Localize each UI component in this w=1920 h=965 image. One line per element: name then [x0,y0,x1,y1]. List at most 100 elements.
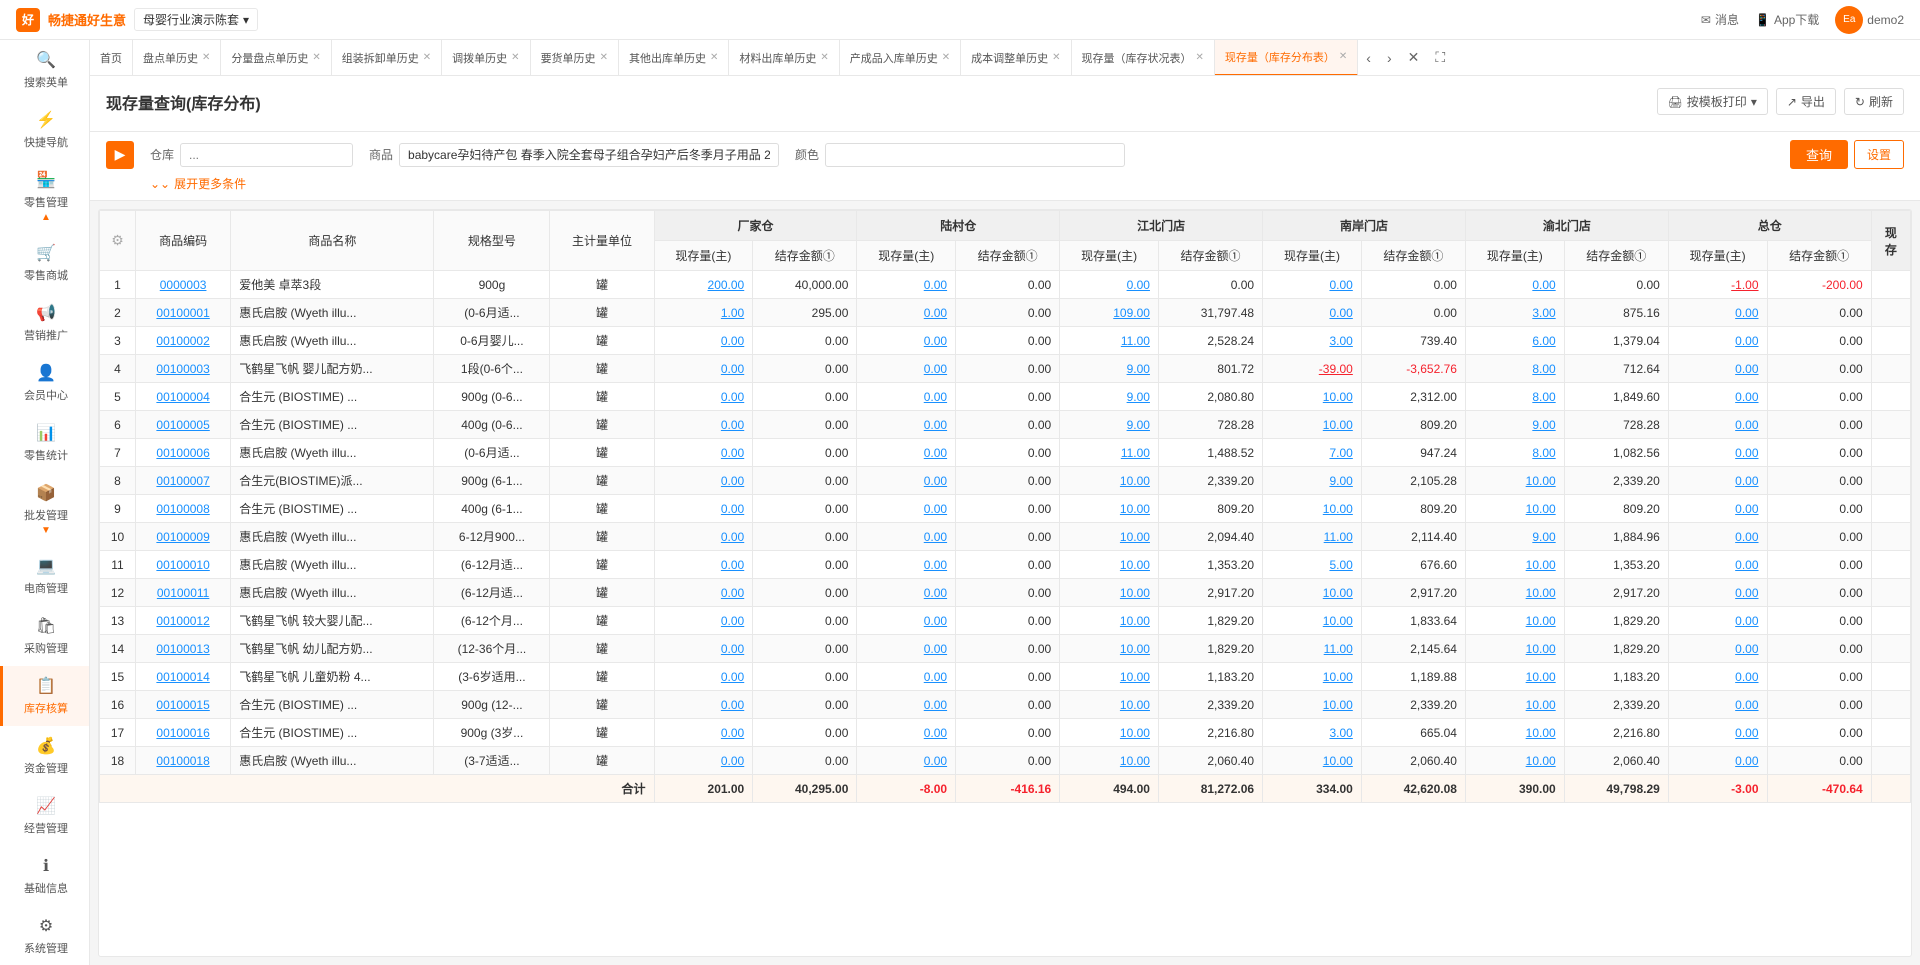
factory-qty[interactable]: 1.00 [654,299,753,327]
tab-requisition[interactable]: 要货单历史 ✕ [531,40,619,76]
jiangbei-qty[interactable]: 10.00 [1060,579,1159,607]
sidebar-item-quicknav[interactable]: ⚡ 快捷导航 [0,100,89,160]
product-code[interactable]: 00100012 [136,607,231,635]
sidebar-item-inventory[interactable]: 📋 库存核算 [0,666,89,726]
nanan-qty[interactable]: 5.00 [1263,551,1362,579]
yubei-qty[interactable]: 8.00 [1465,383,1564,411]
jiangbei-qty[interactable]: 10.00 [1060,691,1159,719]
nanan-qty[interactable]: 3.00 [1263,327,1362,355]
jiangbei-qty[interactable]: 10.00 [1060,607,1159,635]
jiangbei-qty[interactable]: 11.00 [1060,327,1159,355]
tab-product-inbound[interactable]: 产成品入库单历史 ✕ [840,40,961,76]
yubei-qty[interactable]: 10.00 [1465,719,1564,747]
total-qty[interactable]: 0.00 [1668,439,1767,467]
lucun-qty[interactable]: 0.00 [857,271,956,299]
product-code[interactable]: 00100013 [136,635,231,663]
lucun-qty[interactable]: 0.00 [857,355,956,383]
sidebar-item-ecommerce[interactable]: 💻 电商管理 [0,546,89,606]
factory-qty[interactable]: 0.00 [654,579,753,607]
tab-assemble[interactable]: 组装拆卸单历史 ✕ [332,40,442,76]
product-code[interactable]: 00100005 [136,411,231,439]
close-icon[interactable]: ✕ [423,52,431,63]
tab-close-all-btn[interactable]: ✕ [1400,49,1428,66]
gear-icon[interactable]: ⚙ [111,232,124,248]
nanan-qty[interactable]: 10.00 [1263,691,1362,719]
total-qty[interactable]: 0.00 [1668,607,1767,635]
factory-qty[interactable]: 0.00 [654,495,753,523]
lucun-qty[interactable]: 0.00 [857,327,956,355]
total-qty[interactable]: 0.00 [1668,719,1767,747]
sidebar-item-marketing[interactable]: 📢 营销推广 [0,293,89,353]
close-icon[interactable]: ✕ [1339,51,1347,62]
product-code[interactable]: 00100002 [136,327,231,355]
nanan-qty[interactable]: 11.00 [1263,635,1362,663]
factory-qty[interactable]: 0.00 [654,691,753,719]
lucun-qty[interactable]: 0.00 [857,383,956,411]
product-code[interactable]: 00100006 [136,439,231,467]
nanan-qty[interactable]: 3.00 [1263,719,1362,747]
lucun-qty[interactable]: 0.00 [857,691,956,719]
sidebar-item-wholesale[interactable]: 📦 批发管理 ▼ [0,473,89,546]
jiangbei-qty[interactable]: 11.00 [1060,439,1159,467]
sidebar-item-retail-shop[interactable]: 🛒 零售商城 [0,233,89,293]
app-download-btn[interactable]: 📱 App下载 [1755,11,1819,28]
jiangbei-qty[interactable]: 9.00 [1060,383,1159,411]
total-qty[interactable]: 0.00 [1668,523,1767,551]
close-icon[interactable]: ✕ [710,52,718,63]
sidebar-item-search[interactable]: 🔍 搜索英单 [0,40,89,100]
yubei-qty[interactable]: 9.00 [1465,523,1564,551]
close-icon[interactable]: ✕ [1052,52,1060,63]
total-qty[interactable]: 0.00 [1668,663,1767,691]
total-qty[interactable]: 0.00 [1668,299,1767,327]
yubei-qty[interactable]: 0.00 [1465,271,1564,299]
lucun-qty[interactable]: 0.00 [857,551,956,579]
lucun-qty[interactable]: 0.00 [857,663,956,691]
warehouse-input[interactable] [180,143,353,167]
product-code[interactable]: 00100009 [136,523,231,551]
yubei-qty[interactable]: 10.00 [1465,691,1564,719]
product-code[interactable]: 00100018 [136,747,231,775]
factory-qty[interactable]: 0.00 [654,551,753,579]
lucun-qty[interactable]: 0.00 [857,411,956,439]
factory-qty[interactable]: 0.00 [654,635,753,663]
nanan-qty[interactable]: 0.00 [1263,271,1362,299]
total-qty[interactable]: 0.00 [1668,747,1767,775]
sidebar-item-purchase[interactable]: 🛍 采购管理 [0,606,89,666]
nanan-qty[interactable]: 10.00 [1263,747,1362,775]
yubei-qty[interactable]: 10.00 [1465,579,1564,607]
lucun-qty[interactable]: 0.00 [857,523,956,551]
jiangbei-qty[interactable]: 9.00 [1060,355,1159,383]
yubei-qty[interactable]: 8.00 [1465,439,1564,467]
expand-conditions-btn[interactable]: ⌄⌄ 展开更多条件 [142,175,1904,192]
factory-qty[interactable]: 0.00 [654,383,753,411]
sidebar-item-member[interactable]: 👤 会员中心 [0,353,89,413]
settings-btn[interactable]: 设置 [1854,140,1904,169]
yubei-qty[interactable]: 10.00 [1465,551,1564,579]
yubei-qty[interactable]: 9.00 [1465,411,1564,439]
sidebar-item-basic-info[interactable]: ℹ 基础信息 [0,846,89,906]
product-code[interactable]: 00100015 [136,691,231,719]
total-qty[interactable]: 0.00 [1668,551,1767,579]
close-icon[interactable]: ✕ [820,52,828,63]
factory-qty[interactable]: 0.00 [654,663,753,691]
tab-cost-adjust[interactable]: 成本调整单历史 ✕ [961,40,1071,76]
tab-stock-dist[interactable]: 现存量（库存分布表） ✕ [1215,40,1358,76]
yubei-qty[interactable]: 10.00 [1465,747,1564,775]
lucun-qty[interactable]: 0.00 [857,579,956,607]
factory-qty[interactable]: 0.00 [654,355,753,383]
jiangbei-qty[interactable]: 10.00 [1060,719,1159,747]
close-icon[interactable]: ✕ [202,52,210,63]
jiangbei-qty[interactable]: 10.00 [1060,551,1159,579]
sidebar-item-operations[interactable]: 📈 经营管理 [0,786,89,846]
total-qty[interactable]: 0.00 [1668,383,1767,411]
lucun-qty[interactable]: 0.00 [857,607,956,635]
close-icon[interactable]: ✕ [312,52,320,63]
yubei-qty[interactable]: 3.00 [1465,299,1564,327]
goods-input[interactable] [399,143,779,167]
factory-qty[interactable]: 0.00 [654,719,753,747]
tab-transfer[interactable]: 调拨单历史 ✕ [442,40,530,76]
nanan-qty[interactable]: 9.00 [1263,467,1362,495]
tab-inventory-check[interactable]: 盘点单历史 ✕ [133,40,221,76]
factory-qty[interactable]: 0.00 [654,467,753,495]
yubei-qty[interactable]: 10.00 [1465,607,1564,635]
